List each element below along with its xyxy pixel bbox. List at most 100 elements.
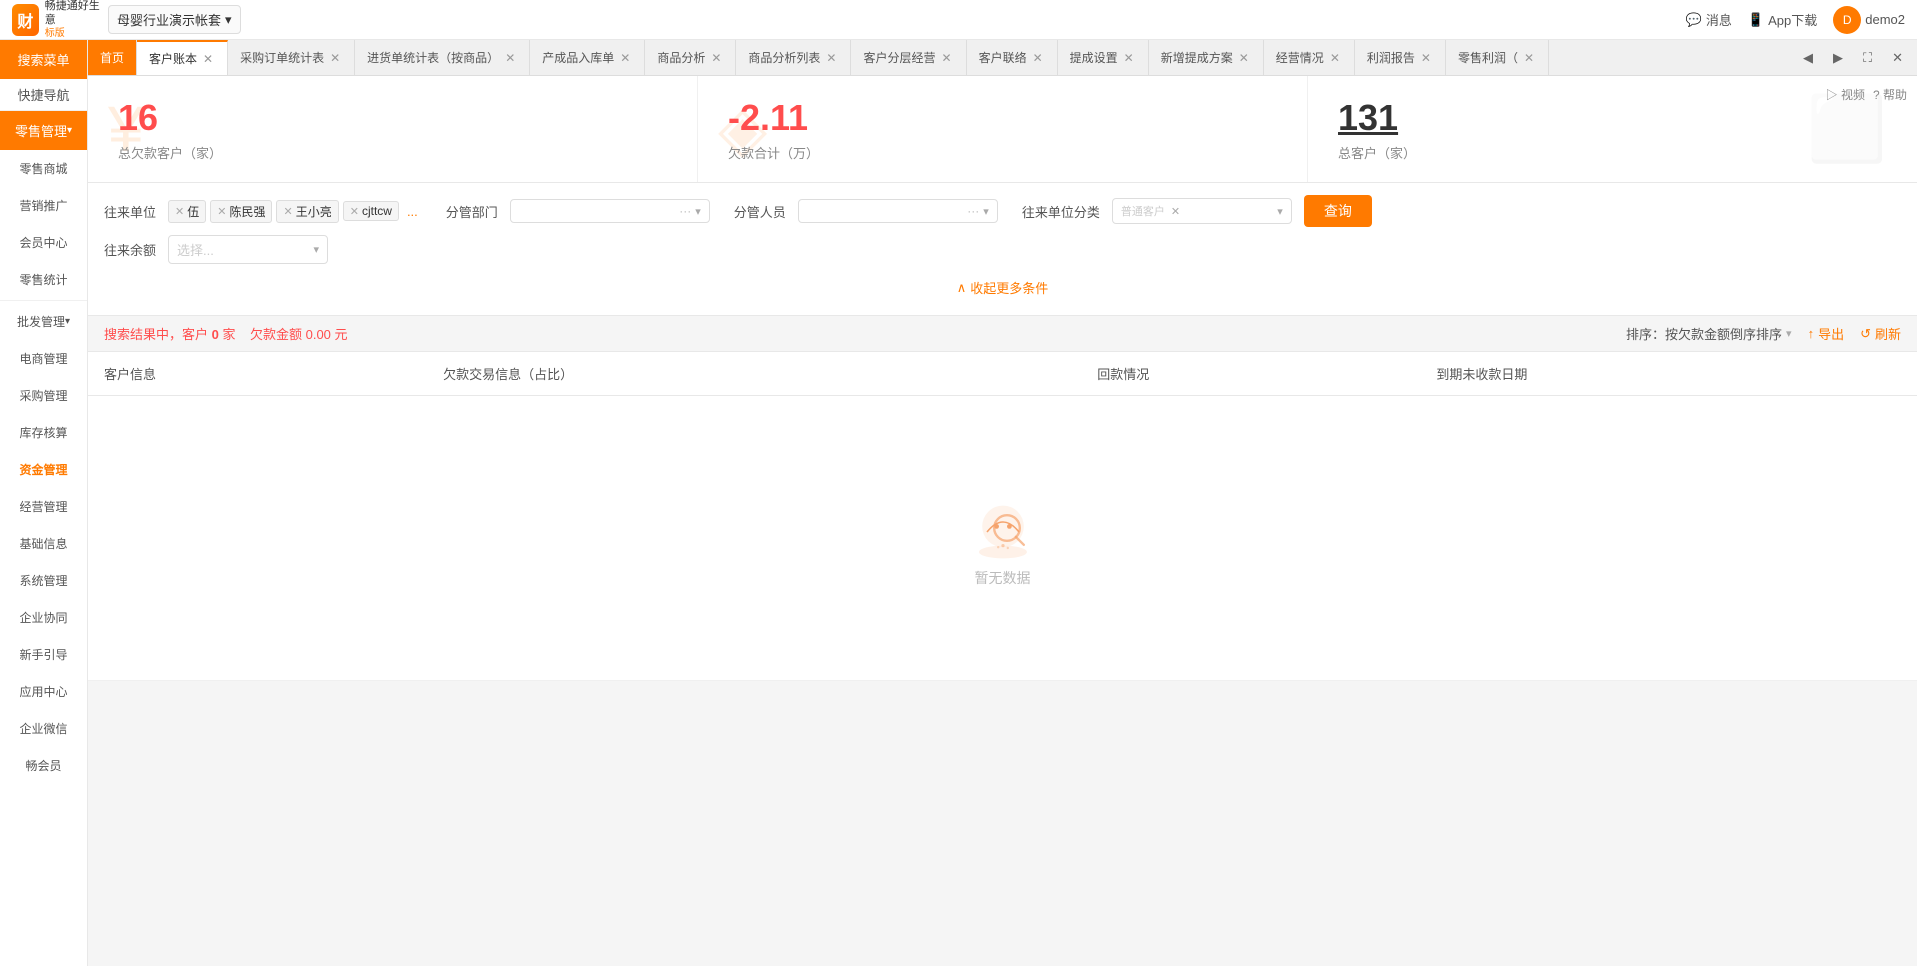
tab-close-purchase-order-stats[interactable]: ✕	[328, 51, 342, 65]
refresh-btn[interactable]: ↺ 刷新	[1860, 324, 1901, 343]
tab-close-raise-settings[interactable]: ✕	[1122, 51, 1136, 65]
sidebar-item-basic-info[interactable]: 基础信息	[0, 525, 87, 562]
sidebar-quick-nav[interactable]: 快捷导航	[0, 79, 87, 111]
tab-maximize[interactable]: ⛶	[1857, 48, 1878, 68]
video-help-btn[interactable]: ▷ 视频	[1826, 86, 1865, 103]
sidebar-item-batch-manage[interactable]: 批发管理 ▾	[0, 303, 87, 340]
result-amount: 0.00	[306, 327, 331, 342]
sidebar-item-inventory[interactable]: 库存核算	[0, 414, 87, 451]
tab-close-new-raise-plan[interactable]: ✕	[1237, 51, 1251, 65]
chevron-down-icon-sort: ▾	[1786, 327, 1792, 340]
tab-operation-status[interactable]: 经营情况 ✕	[1264, 40, 1355, 76]
help-icons: ▷ 视频 ? 帮助	[1826, 86, 1907, 103]
stat-value-total-customers: 131	[1338, 96, 1398, 139]
tag-close-chen[interactable]: ✕	[217, 205, 226, 218]
category-filter-label: 往来单位分类	[1022, 202, 1100, 221]
tab-close-customer-account[interactable]: ✕	[201, 52, 215, 66]
tab-bar: 首页 客户账本 ✕ 采购订单统计表 ✕ 进货单统计表（按商品） ✕ 产成品入库单…	[88, 40, 1917, 76]
tab-scroll-left[interactable]: ◀	[1797, 48, 1819, 68]
tag-close-normal[interactable]: ✕	[1171, 205, 1180, 218]
tab-close-operation-status[interactable]: ✕	[1328, 51, 1342, 65]
person-filter-select[interactable]: ··· ▾	[798, 199, 998, 223]
sidebar-search[interactable]: 搜索菜单	[0, 40, 87, 79]
tab-product-warehouse[interactable]: 产成品入库单 ✕	[530, 40, 645, 76]
col-repayment: 回款情况	[1081, 352, 1420, 396]
unit-filter-tags: ✕ 伍 ✕ 陈民强 ✕ 王小亮 ✕ cjttcw	[168, 200, 422, 223]
more-tags-btn[interactable]: ...	[403, 202, 422, 221]
stat-card-customers: ¥ 16 总欠款客户（家）	[88, 76, 698, 182]
search-result-bar: 搜索结果中，客户 0 家 欠款金额 0.00 元 排序：按欠款金额倒序排序 ▾ …	[88, 316, 1917, 352]
tab-close-product-analysis[interactable]: ✕	[709, 51, 723, 65]
tab-purchase-order-stats[interactable]: 采购订单统计表 ✕	[228, 40, 355, 76]
sidebar-item-retail-mall[interactable]: 零售商城	[0, 150, 87, 187]
tag-close-cj[interactable]: ✕	[350, 205, 359, 218]
sidebar-item-enterprise[interactable]: 企业协同	[0, 599, 87, 636]
sidebar-item-retail-manage[interactable]: 零售管理 ▾	[0, 111, 87, 150]
org-selector[interactable]: 母婴行业演示帐套 ▾	[108, 5, 241, 34]
app-download-btn[interactable]: 📱 App下载	[1748, 10, 1817, 29]
sidebar-item-member[interactable]: 畅会员	[0, 747, 87, 784]
empty-state: 暂无数据	[104, 408, 1901, 668]
tab-product-analysis-list[interactable]: 商品分析列表 ✕	[736, 40, 851, 76]
data-table: 客户信息 欠款交易信息（占比） 回款情况 到期未收款日期	[88, 352, 1917, 681]
empty-state-cell: 暂无数据	[88, 396, 1917, 681]
sidebar-item-marketing[interactable]: 营销推广	[0, 187, 87, 224]
sidebar-item-enterprise-wechat[interactable]: 企业微信	[0, 710, 87, 747]
col-customer-info: 客户信息	[88, 352, 427, 396]
sidebar-item-retail-stats[interactable]: 零售统计	[0, 261, 87, 298]
balance-filter-select[interactable]: 选择... ▾	[168, 235, 328, 264]
tag-close-wu[interactable]: ✕	[175, 205, 184, 218]
sidebar-item-operation[interactable]: 经营管理	[0, 488, 87, 525]
tab-customer-contact[interactable]: 客户联络 ✕	[967, 40, 1058, 76]
tab-home[interactable]: 首页	[88, 40, 137, 76]
tab-scroll-right[interactable]: ▶	[1827, 48, 1849, 68]
sidebar-item-newbie[interactable]: 新手引导	[0, 636, 87, 673]
query-button[interactable]: 查询	[1304, 195, 1372, 227]
sidebar-item-system[interactable]: 系统管理	[0, 562, 87, 599]
filter-row-1: 往来单位 ✕ 伍 ✕ 陈民强 ✕ 王小亮	[104, 195, 1901, 227]
tab-close-customer-tier[interactable]: ✕	[940, 51, 954, 65]
logo-icon: 财	[12, 4, 39, 36]
user-area[interactable]: D demo2	[1833, 6, 1905, 34]
sidebar-item-member-center[interactable]: 会员中心	[0, 224, 87, 261]
dept-dots: ···	[679, 204, 691, 218]
message-btn[interactable]: 💬 消息	[1686, 10, 1732, 29]
sidebar-item-app-center[interactable]: 应用中心	[0, 673, 87, 710]
tab-close-retail-profit[interactable]: ✕	[1522, 51, 1536, 65]
video-icon: ▷	[1826, 88, 1838, 102]
tab-purchase-stats-by-product[interactable]: 进货单统计表（按商品） ✕	[355, 40, 530, 76]
tab-bar-actions: ◀ ▶ ⛶ ✕	[1789, 48, 1917, 68]
tab-profit-report[interactable]: 利润报告 ✕	[1355, 40, 1446, 76]
tab-raise-settings[interactable]: 提成设置 ✕	[1058, 40, 1149, 76]
tab-retail-profit[interactable]: 零售利润（ ✕	[1446, 40, 1549, 76]
tab-customer-account[interactable]: 客户账本 ✕	[137, 40, 228, 76]
chevron-down-icon: ▾	[225, 12, 232, 28]
col-due-date: 到期未收款日期	[1420, 352, 1917, 396]
tab-customer-tier[interactable]: 客户分层经营 ✕	[851, 40, 966, 76]
tab-product-analysis[interactable]: 商品分析 ✕	[645, 40, 736, 76]
question-icon: ?	[1873, 88, 1880, 102]
tab-close-purchase-stats-by-product[interactable]: ✕	[503, 51, 517, 65]
tab-close-product-analysis-list[interactable]: ✕	[824, 51, 838, 65]
help-btn[interactable]: ? 帮助	[1873, 86, 1907, 103]
sidebar-item-ecommerce[interactable]: 电商管理	[0, 340, 87, 377]
tab-more[interactable]: ✕	[1886, 48, 1909, 68]
no-data-illustration	[963, 488, 1043, 568]
sort-select[interactable]: 排序：按欠款金额倒序排序 ▾	[1626, 324, 1792, 343]
dept-filter-select[interactable]: ··· ▾	[510, 199, 710, 223]
result-count: 0	[212, 327, 219, 342]
page-content: ¥ 16 总欠款客户（家） ◈ -2.11 欠款合计（万） ⬜ 131 总客户（…	[88, 76, 1917, 966]
tab-close-profit-report[interactable]: ✕	[1419, 51, 1433, 65]
filter-tag-cj: ✕ cjttcw	[343, 201, 399, 221]
category-filter-select[interactable]: 普通客户 ✕ ▾	[1112, 198, 1292, 224]
collapse-btn[interactable]: ∧ 收起更多条件	[104, 272, 1901, 303]
tab-close-product-warehouse[interactable]: ✕	[618, 51, 632, 65]
tag-close-wang[interactable]: ✕	[283, 205, 292, 218]
tab-new-raise-plan[interactable]: 新增提成方案 ✕	[1149, 40, 1264, 76]
tab-close-customer-contact[interactable]: ✕	[1031, 51, 1045, 65]
export-btn[interactable]: ↑ 导出	[1808, 324, 1845, 343]
sidebar-item-capital[interactable]: 资金管理	[0, 451, 87, 488]
export-icon: ↑	[1808, 326, 1815, 341]
balance-filter-label: 往来余额	[104, 240, 156, 259]
sidebar-item-purchase[interactable]: 采购管理	[0, 377, 87, 414]
